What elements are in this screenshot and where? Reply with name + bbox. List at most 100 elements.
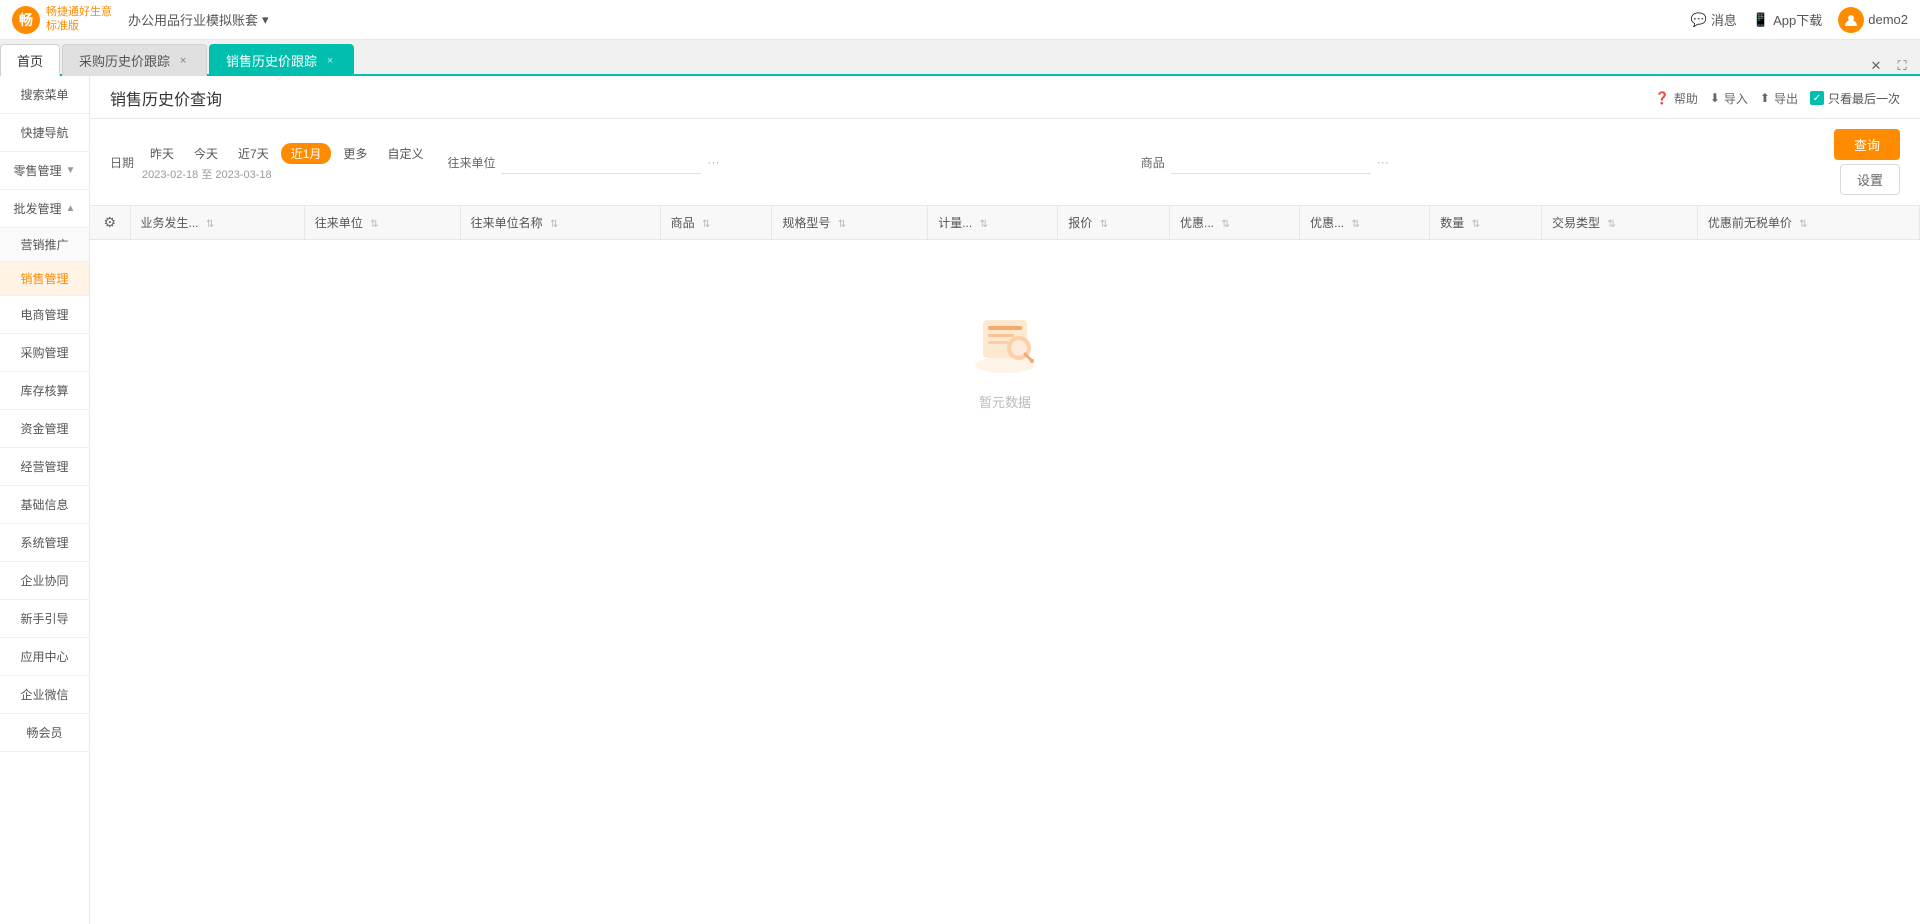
help-icon: ❓ — [1655, 91, 1670, 105]
logo-icon: 畅 — [12, 6, 40, 34]
sidebar-item-marketing[interactable]: 营销推广 — [0, 228, 89, 262]
user-name: demo2 — [1868, 12, 1908, 27]
user-area[interactable]: demo2 — [1838, 7, 1908, 33]
sidebar-item-retail-mgmt[interactable]: 零售管理 ▼ — [0, 152, 89, 190]
sort-icon: ⇅ — [1799, 219, 1807, 230]
th-label: 优惠前无税单价 — [1708, 216, 1792, 230]
app-download-btn[interactable]: 📱 App下载 — [1753, 10, 1822, 29]
sidebar-item-members[interactable]: 畅会员 — [0, 714, 89, 752]
settings-icon: ⚙ — [103, 214, 116, 230]
table-th-quote[interactable]: 报价 ⇅ — [1058, 206, 1170, 240]
sidebar-item-purchase-mgmt[interactable]: 采购管理 — [0, 334, 89, 372]
date-label: 日期 — [110, 154, 134, 171]
sidebar-item-quick-nav[interactable]: 快捷导航 — [0, 114, 89, 152]
sidebar-item-label: 企业协同 — [20, 572, 68, 589]
sidebar: 搜索菜单 快捷导航 零售管理 ▼ 批发管理 ▲ 营销推广 销售管理 电商管理 采… — [0, 76, 90, 924]
product-filter-group: 商品 ··· — [1141, 151, 1818, 174]
tab-purchase-history[interactable]: 采购历史价跟踪 × — [62, 44, 207, 76]
checkbox-icon: ✓ — [1810, 91, 1824, 105]
counterpart-label: 往来单位 — [447, 154, 495, 171]
date-btn-row: 昨天 今天 近7天 近1月 更多 自定义 — [142, 143, 431, 164]
tab-home-label: 首页 — [17, 51, 43, 70]
sidebar-item-guide[interactable]: 新手引导 — [0, 600, 89, 638]
tab-purchase-history-close[interactable]: × — [176, 54, 190, 68]
filter-row: 日期 昨天 今天 近7天 近1月 更多 自定义 2023-02-18 至 202… — [90, 119, 1920, 206]
sidebar-item-sales-mgmt[interactable]: 销售管理 — [0, 262, 89, 296]
date-btn-yesterday[interactable]: 昨天 — [142, 143, 182, 164]
sidebar-item-label: 畅会员 — [26, 724, 62, 741]
sidebar-item-label: 应用中心 — [20, 648, 68, 665]
sort-icon: ⇅ — [838, 219, 846, 230]
date-btn-more[interactable]: 更多 — [335, 143, 375, 164]
table-th-product[interactable]: 商品 ⇅ — [660, 206, 772, 240]
table-th-settings[interactable]: ⚙ — [90, 206, 130, 240]
table-th-trade-type[interactable]: 交易类型 ⇅ — [1541, 206, 1697, 240]
sidebar-item-operations[interactable]: 经营管理 — [0, 448, 89, 486]
sidebar-item-label: 采购管理 — [20, 344, 68, 361]
tab-controls: ✕ ⛶ — [1858, 56, 1920, 76]
sort-icon: ⇅ — [702, 219, 710, 230]
export-btn[interactable]: ⬆ 导出 — [1760, 90, 1798, 107]
table-th-quantity[interactable]: 数量 ⇅ — [1430, 206, 1542, 240]
product-dots[interactable]: ··· — [1377, 155, 1389, 169]
header-right: 💬 消息 📱 App下载 demo2 — [1691, 7, 1908, 33]
th-label: 计量... — [938, 216, 972, 230]
product-input[interactable] — [1171, 151, 1371, 174]
empty-icon — [965, 300, 1045, 380]
query-button[interactable]: 查询 — [1834, 129, 1900, 160]
sidebar-item-label: 资金管理 — [20, 420, 68, 437]
sidebar-item-label: 库存核算 — [20, 382, 68, 399]
close-window-btn[interactable]: ✕ — [1866, 56, 1886, 76]
only-last-checkbox[interactable]: ✓ 只看最后一次 — [1810, 90, 1900, 107]
tab-home[interactable]: 首页 — [0, 44, 60, 76]
tab-sales-history[interactable]: 销售历史价跟踪 × — [209, 44, 354, 76]
sidebar-item-finance[interactable]: 资金管理 — [0, 410, 89, 448]
sidebar-item-ecommerce[interactable]: 电商管理 — [0, 296, 89, 334]
counterpart-input[interactable] — [501, 151, 701, 174]
message-icon: 💬 — [1691, 12, 1707, 28]
sidebar-item-wholesale-mgmt[interactable]: 批发管理 ▲ — [0, 190, 89, 228]
message-btn[interactable]: 💬 消息 — [1691, 10, 1737, 29]
sidebar-item-label: 新手引导 — [20, 610, 68, 627]
table-th-biz-date[interactable]: 业务发生... ⇅ — [130, 206, 304, 240]
tab-purchase-history-label: 采购历史价跟踪 — [79, 51, 170, 70]
fullscreen-icon: ⛶ — [1897, 58, 1906, 74]
date-btn-last1month[interactable]: 近1月 — [281, 143, 332, 164]
date-btn-last7days[interactable]: 近7天 — [230, 143, 277, 164]
table-header-row: ⚙ 业务发生... ⇅ 往来单位 ⇅ 往来单位名称 ⇅ — [90, 206, 1920, 240]
table-th-counterpart-name[interactable]: 往来单位名称 ⇅ — [460, 206, 660, 240]
table-th-discount1[interactable]: 优惠... ⇅ — [1170, 206, 1300, 240]
tab-sales-history-close[interactable]: × — [323, 54, 337, 68]
page-title-row: 销售历史价查询 ❓ 帮助 ⬇ 导入 ⬆ 导出 ✓ — [110, 86, 1900, 118]
th-label: 往来单位名称 — [471, 216, 543, 230]
table-th-unit[interactable]: 计量... ⇅ — [928, 206, 1058, 240]
sidebar-item-wechat[interactable]: 企业微信 — [0, 676, 89, 714]
message-label: 消息 — [1711, 10, 1737, 29]
sidebar-item-enterprise[interactable]: 企业协同 — [0, 562, 89, 600]
sort-icon: ⇅ — [1221, 219, 1229, 230]
sidebar-item-inventory[interactable]: 库存核算 — [0, 372, 89, 410]
date-btn-today[interactable]: 今天 — [186, 143, 226, 164]
date-btn-custom[interactable]: 自定义 — [379, 143, 431, 164]
table-th-counterpart-code[interactable]: 往来单位 ⇅ — [304, 206, 460, 240]
export-label: 导出 — [1774, 90, 1798, 107]
sidebar-item-apps[interactable]: 应用中心 — [0, 638, 89, 676]
content-area: 销售历史价查询 ❓ 帮助 ⬇ 导入 ⬆ 导出 ✓ — [90, 76, 1920, 924]
settings-button[interactable]: 设置 — [1840, 164, 1900, 195]
help-btn[interactable]: ❓ 帮助 — [1655, 90, 1698, 107]
logo-text: 畅捷通好生意 标准版 — [46, 6, 112, 32]
filter-right-group: 查询 设置 — [1834, 129, 1900, 195]
th-label: 优惠... — [1180, 216, 1214, 230]
sidebar-item-search-menu[interactable]: 搜索菜单 — [0, 76, 89, 114]
table-th-pretax-price[interactable]: 优惠前无税单价 ⇅ — [1697, 206, 1919, 240]
data-table: ⚙ 业务发生... ⇅ 往来单位 ⇅ 往来单位名称 ⇅ — [90, 206, 1920, 240]
app-selector[interactable]: 办公用品行业模拟账套 ▾ — [120, 6, 277, 33]
sidebar-item-basic-info[interactable]: 基础信息 — [0, 486, 89, 524]
sidebar-item-system[interactable]: 系统管理 — [0, 524, 89, 562]
fullscreen-btn[interactable]: ⛶ — [1892, 56, 1912, 76]
counterpart-dots[interactable]: ··· — [707, 155, 719, 169]
table-th-spec[interactable]: 规格型号 ⇅ — [772, 206, 928, 240]
sidebar-item-label: 快捷导航 — [20, 124, 68, 141]
table-th-discount2[interactable]: 优惠... ⇅ — [1300, 206, 1430, 240]
import-btn[interactable]: ⬇ 导入 — [1710, 90, 1748, 107]
